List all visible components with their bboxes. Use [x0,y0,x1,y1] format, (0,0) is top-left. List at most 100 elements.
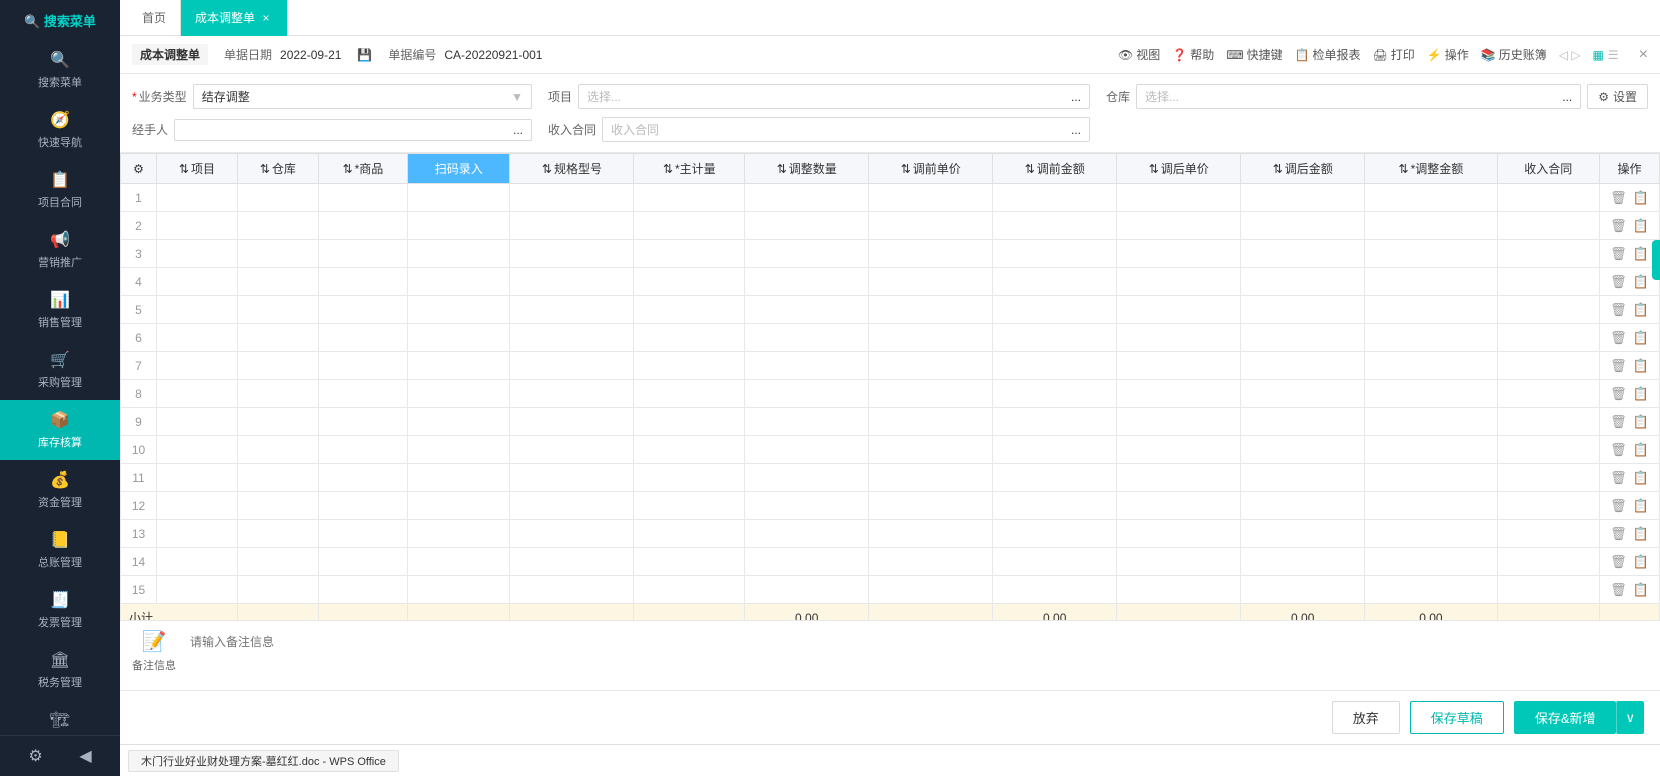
table-cell[interactable] [1497,520,1599,548]
table-cell[interactable] [408,520,510,548]
copy-row-icon[interactable]: 📋 [1633,386,1649,402]
warehouse-select[interactable]: 选择... ... [1136,84,1581,109]
table-cell[interactable] [1365,520,1497,548]
sidebar-item-contract[interactable]: 📋 项目合同 [0,160,120,220]
table-cell[interactable] [634,520,745,548]
table-cell[interactable] [634,548,745,576]
table-cell[interactable] [993,408,1117,436]
table-cell[interactable] [1117,576,1241,604]
table-cell[interactable] [634,240,745,268]
table-cell[interactable] [869,352,993,380]
table-cell[interactable] [1241,184,1365,212]
action-shortcut[interactable]: ⌨ 快捷键 [1226,46,1282,63]
table-cell[interactable] [993,576,1117,604]
table-cell[interactable] [1365,464,1497,492]
table-cell[interactable] [510,212,634,240]
table-cell[interactable] [745,436,869,464]
sidebar-item-sales[interactable]: 📊 销售管理 [0,280,120,340]
table-cell[interactable] [157,520,238,548]
table-cell[interactable] [408,576,510,604]
copy-row-icon[interactable]: 📋 [1633,358,1649,374]
table-cell[interactable] [869,380,993,408]
table-cell[interactable] [634,268,745,296]
table-cell[interactable] [1117,436,1241,464]
table-cell[interactable] [1497,436,1599,464]
action-history[interactable]: 📚 历史账簿 [1481,46,1547,63]
delete-row-icon[interactable]: 🗑 [1610,582,1627,598]
table-cell[interactable] [634,380,745,408]
table-cell[interactable] [157,268,238,296]
table-cell[interactable] [993,352,1117,380]
table-cell[interactable] [157,296,238,324]
table-cell[interactable] [1241,436,1365,464]
table-cell[interactable] [1365,184,1497,212]
sidebar-item-finance[interactable]: 💰 资金管理 [0,460,120,520]
table-cell[interactable] [993,268,1117,296]
table-cell[interactable] [318,296,407,324]
table-cell[interactable] [157,380,238,408]
table-cell[interactable] [237,548,318,576]
table-cell[interactable] [408,380,510,408]
table-cell[interactable] [408,212,510,240]
table-cell[interactable] [1117,324,1241,352]
table-cell[interactable] [634,408,745,436]
table-cell[interactable] [634,296,745,324]
table-cell[interactable] [408,464,510,492]
table-cell[interactable] [237,184,318,212]
table-cell[interactable] [869,268,993,296]
copy-row-icon[interactable]: 📋 [1633,414,1649,430]
table-cell[interactable] [1241,548,1365,576]
layout-icon-grid[interactable]: ▦ [1593,48,1604,62]
table-cell[interactable] [1117,212,1241,240]
table-cell[interactable] [318,268,407,296]
table-cell[interactable] [745,352,869,380]
table-cell[interactable] [1365,296,1497,324]
table-cell[interactable] [1117,520,1241,548]
table-cell[interactable] [510,184,634,212]
table-cell[interactable] [869,240,993,268]
table-cell[interactable] [869,184,993,212]
table-cell[interactable] [237,408,318,436]
table-cell[interactable] [237,464,318,492]
action-print[interactable]: 🖨 打印 [1373,46,1415,63]
table-cell[interactable] [869,520,993,548]
table-cell[interactable] [745,492,869,520]
table-cell[interactable] [237,296,318,324]
table-cell[interactable] [1497,240,1599,268]
table-cell[interactable] [408,324,510,352]
delete-row-icon[interactable]: 🗑 [1610,386,1627,402]
table-cell[interactable] [1497,324,1599,352]
table-cell[interactable] [745,520,869,548]
table-cell[interactable] [993,492,1117,520]
table-cell[interactable] [1241,352,1365,380]
copy-row-icon[interactable]: 📋 [1633,246,1649,262]
table-cell[interactable] [318,212,407,240]
table-cell[interactable] [157,184,238,212]
table-cell[interactable] [1365,324,1497,352]
table-cell[interactable] [157,324,238,352]
table-cell[interactable] [1117,184,1241,212]
table-cell[interactable] [1117,296,1241,324]
table-cell[interactable] [157,408,238,436]
table-cell[interactable] [1497,464,1599,492]
action-operation[interactable]: ⚡ 操作 [1427,46,1469,63]
table-cell[interactable] [869,324,993,352]
table-cell[interactable] [1497,576,1599,604]
copy-row-icon[interactable]: 📋 [1633,582,1649,598]
table-cell[interactable] [510,548,634,576]
table-cell[interactable] [318,520,407,548]
table-cell[interactable] [1365,352,1497,380]
table-cell[interactable] [993,324,1117,352]
table-cell[interactable] [1497,268,1599,296]
table-cell[interactable] [1497,548,1599,576]
table-cell[interactable] [745,240,869,268]
table-cell[interactable] [237,576,318,604]
col-settings[interactable]: ⚙ [121,154,157,184]
table-cell[interactable] [1497,212,1599,240]
table-cell[interactable] [1241,240,1365,268]
table-cell[interactable] [1365,212,1497,240]
table-cell[interactable] [408,296,510,324]
table-cell[interactable] [1241,268,1365,296]
table-cell[interactable] [318,380,407,408]
table-cell[interactable] [634,324,745,352]
